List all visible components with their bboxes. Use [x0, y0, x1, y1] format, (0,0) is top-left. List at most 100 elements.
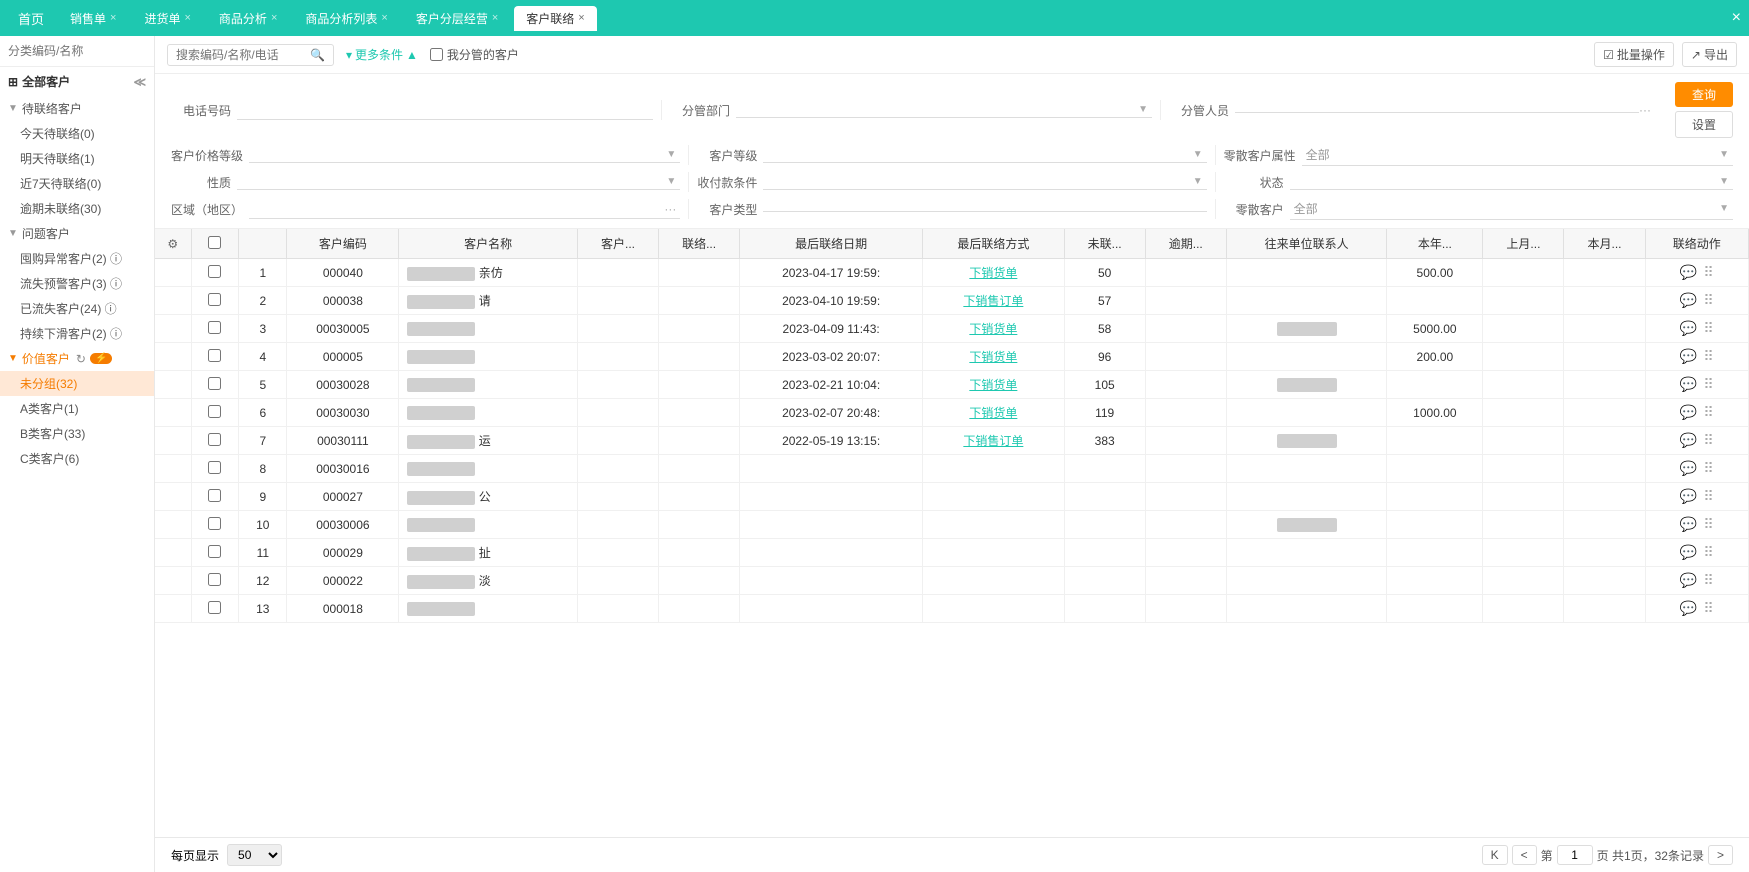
- dept-select[interactable]: ▼: [736, 102, 1152, 118]
- more-icon[interactable]: ⠿: [1703, 320, 1713, 337]
- chat-icon[interactable]: 💬: [1680, 404, 1697, 421]
- group-value-customers[interactable]: ▼ 价值客户 ↻ ⚡: [0, 346, 154, 371]
- gear-col-header[interactable]: ⚙: [155, 229, 191, 259]
- row-checkbox[interactable]: [208, 545, 221, 558]
- nav-home[interactable]: 首页: [8, 5, 54, 32]
- export-btn[interactable]: ↗ 导出: [1682, 42, 1737, 67]
- more-icon[interactable]: ⠿: [1703, 600, 1713, 617]
- row-checkbox-cell[interactable]: [191, 287, 239, 315]
- close-product-analysis-tab[interactable]: ×: [271, 12, 277, 24]
- my-customers-checkbox[interactable]: [430, 48, 443, 61]
- close-all-tabs[interactable]: ×: [1732, 9, 1741, 27]
- chat-icon[interactable]: 💬: [1680, 348, 1697, 365]
- last-way-value[interactable]: 下销售订单: [963, 434, 1023, 448]
- select-all-checkbox[interactable]: [208, 236, 221, 249]
- status-select[interactable]: ▼: [1290, 174, 1733, 190]
- prev-page-btn[interactable]: <: [1512, 845, 1537, 865]
- more-icon[interactable]: ⠿: [1703, 404, 1713, 421]
- row-checkbox[interactable]: [208, 489, 221, 502]
- row-last-way-cell[interactable]: 下销货单: [923, 315, 1065, 343]
- sidebar-item-a-class[interactable]: A类客户(1): [0, 396, 154, 421]
- more-icon[interactable]: ⠿: [1703, 292, 1713, 309]
- chat-icon[interactable]: 💬: [1680, 320, 1697, 337]
- group-problem-customers[interactable]: ▼ 问题客户: [0, 221, 154, 246]
- nature-select[interactable]: ▼: [237, 174, 680, 190]
- sidebar-item-ungrouped[interactable]: 未分组(32): [0, 371, 154, 396]
- row-last-way-cell[interactable]: 下销售订单: [923, 427, 1065, 455]
- manager-more-dots[interactable]: ···: [1639, 103, 1651, 117]
- row-checkbox[interactable]: [208, 573, 221, 586]
- group-pending-contact[interactable]: ▼ 待联络客户: [0, 96, 154, 121]
- row-checkbox-cell[interactable]: [191, 371, 239, 399]
- sidebar-search-input[interactable]: [8, 44, 155, 58]
- row-checkbox-cell[interactable]: [191, 511, 239, 539]
- manager-select[interactable]: [1235, 108, 1639, 113]
- more-conditions-btn[interactable]: ▾ 更多条件 ▲: [346, 46, 418, 63]
- customer-level-select[interactable]: ▼: [763, 147, 1206, 163]
- sidebar-item-abnormal-hoard[interactable]: 囤购异常客户(2) ⓘ: [0, 246, 154, 271]
- chat-icon[interactable]: 💬: [1680, 600, 1697, 617]
- chat-icon[interactable]: 💬: [1680, 516, 1697, 533]
- row-checkbox-cell[interactable]: [191, 595, 239, 623]
- close-customer-contact-tab[interactable]: ×: [578, 12, 584, 24]
- row-last-way-cell[interactable]: 下销货单: [923, 343, 1065, 371]
- sidebar-item-tomorrow-pending[interactable]: 明天待联络(1): [0, 146, 154, 171]
- nav-tab-product-analysis[interactable]: 商品分析 ×: [207, 6, 289, 31]
- more-icon[interactable]: ⠿: [1703, 348, 1713, 365]
- close-purchase-tab[interactable]: ×: [184, 12, 190, 24]
- last-way-value[interactable]: 下销货单: [969, 266, 1017, 280]
- last-way-value[interactable]: 下销货单: [969, 378, 1017, 392]
- more-icon[interactable]: ⠿: [1703, 572, 1713, 589]
- chat-icon[interactable]: 💬: [1680, 460, 1697, 477]
- reload-icon[interactable]: ↻: [76, 352, 86, 366]
- row-checkbox[interactable]: [208, 321, 221, 334]
- close-product-analysis-list-tab[interactable]: ×: [381, 12, 387, 24]
- payment-terms-select[interactable]: ▼: [763, 174, 1206, 190]
- more-icon[interactable]: ⠿: [1703, 376, 1713, 393]
- next-page-btn[interactable]: >: [1708, 845, 1733, 865]
- row-checkbox-cell[interactable]: [191, 399, 239, 427]
- row-checkbox[interactable]: [208, 405, 221, 418]
- row-checkbox[interactable]: [208, 265, 221, 278]
- chat-icon[interactable]: 💬: [1680, 488, 1697, 505]
- search-input[interactable]: [176, 48, 306, 62]
- sidebar-item-churn-warning[interactable]: 流失预警客户(3) ⓘ: [0, 271, 154, 296]
- sparse-attr-select[interactable]: 全部 ▼: [1302, 144, 1733, 166]
- all-customers-header[interactable]: ⊞ 全部客户 ≪: [0, 67, 154, 96]
- sidebar-item-7day-pending[interactable]: 近7天待联络(0): [0, 171, 154, 196]
- search-icon[interactable]: 🔍: [310, 48, 325, 62]
- row-checkbox[interactable]: [208, 377, 221, 390]
- first-page-btn[interactable]: K: [1482, 845, 1508, 865]
- row-last-way-cell[interactable]: 下销货单: [923, 399, 1065, 427]
- sidebar-item-churned[interactable]: 已流失客户(24) ⓘ: [0, 296, 154, 321]
- reset-btn[interactable]: 设置: [1675, 111, 1733, 138]
- row-checkbox-cell[interactable]: [191, 315, 239, 343]
- row-last-way-cell[interactable]: 下销售订单: [923, 287, 1065, 315]
- query-btn[interactable]: 查询: [1675, 82, 1733, 107]
- close-sales-tab[interactable]: ×: [110, 12, 116, 24]
- row-checkbox-cell[interactable]: [191, 483, 239, 511]
- more-icon[interactable]: ⠿: [1703, 516, 1713, 533]
- region-more-dots[interactable]: ···: [664, 202, 676, 216]
- more-icon[interactable]: ⠿: [1703, 264, 1713, 281]
- batch-op-btn[interactable]: ☑ 批量操作: [1594, 42, 1674, 67]
- row-checkbox-cell[interactable]: [191, 343, 239, 371]
- row-checkbox-cell[interactable]: [191, 539, 239, 567]
- row-checkbox[interactable]: [208, 293, 221, 306]
- row-checkbox-cell[interactable]: [191, 427, 239, 455]
- customer-type-select[interactable]: [763, 207, 1206, 212]
- my-customers-filter[interactable]: 我分管的客户: [430, 46, 519, 63]
- more-icon[interactable]: ⠿: [1703, 432, 1713, 449]
- last-way-value[interactable]: 下销货单: [969, 350, 1017, 364]
- row-checkbox-cell[interactable]: [191, 455, 239, 483]
- nav-tab-product-analysis-list[interactable]: 商品分析列表 ×: [293, 6, 399, 31]
- page-input[interactable]: [1557, 845, 1593, 865]
- chat-icon[interactable]: 💬: [1680, 376, 1697, 393]
- chat-icon[interactable]: 💬: [1680, 432, 1697, 449]
- page-size-select[interactable]: 50 10 20 100: [227, 844, 282, 866]
- row-checkbox-cell[interactable]: [191, 259, 239, 287]
- chat-icon[interactable]: 💬: [1680, 292, 1697, 309]
- chat-icon[interactable]: 💬: [1680, 264, 1697, 281]
- sparse-customer-select[interactable]: 全部 ▼: [1290, 198, 1733, 220]
- sidebar-item-b-class[interactable]: B类客户(33): [0, 421, 154, 446]
